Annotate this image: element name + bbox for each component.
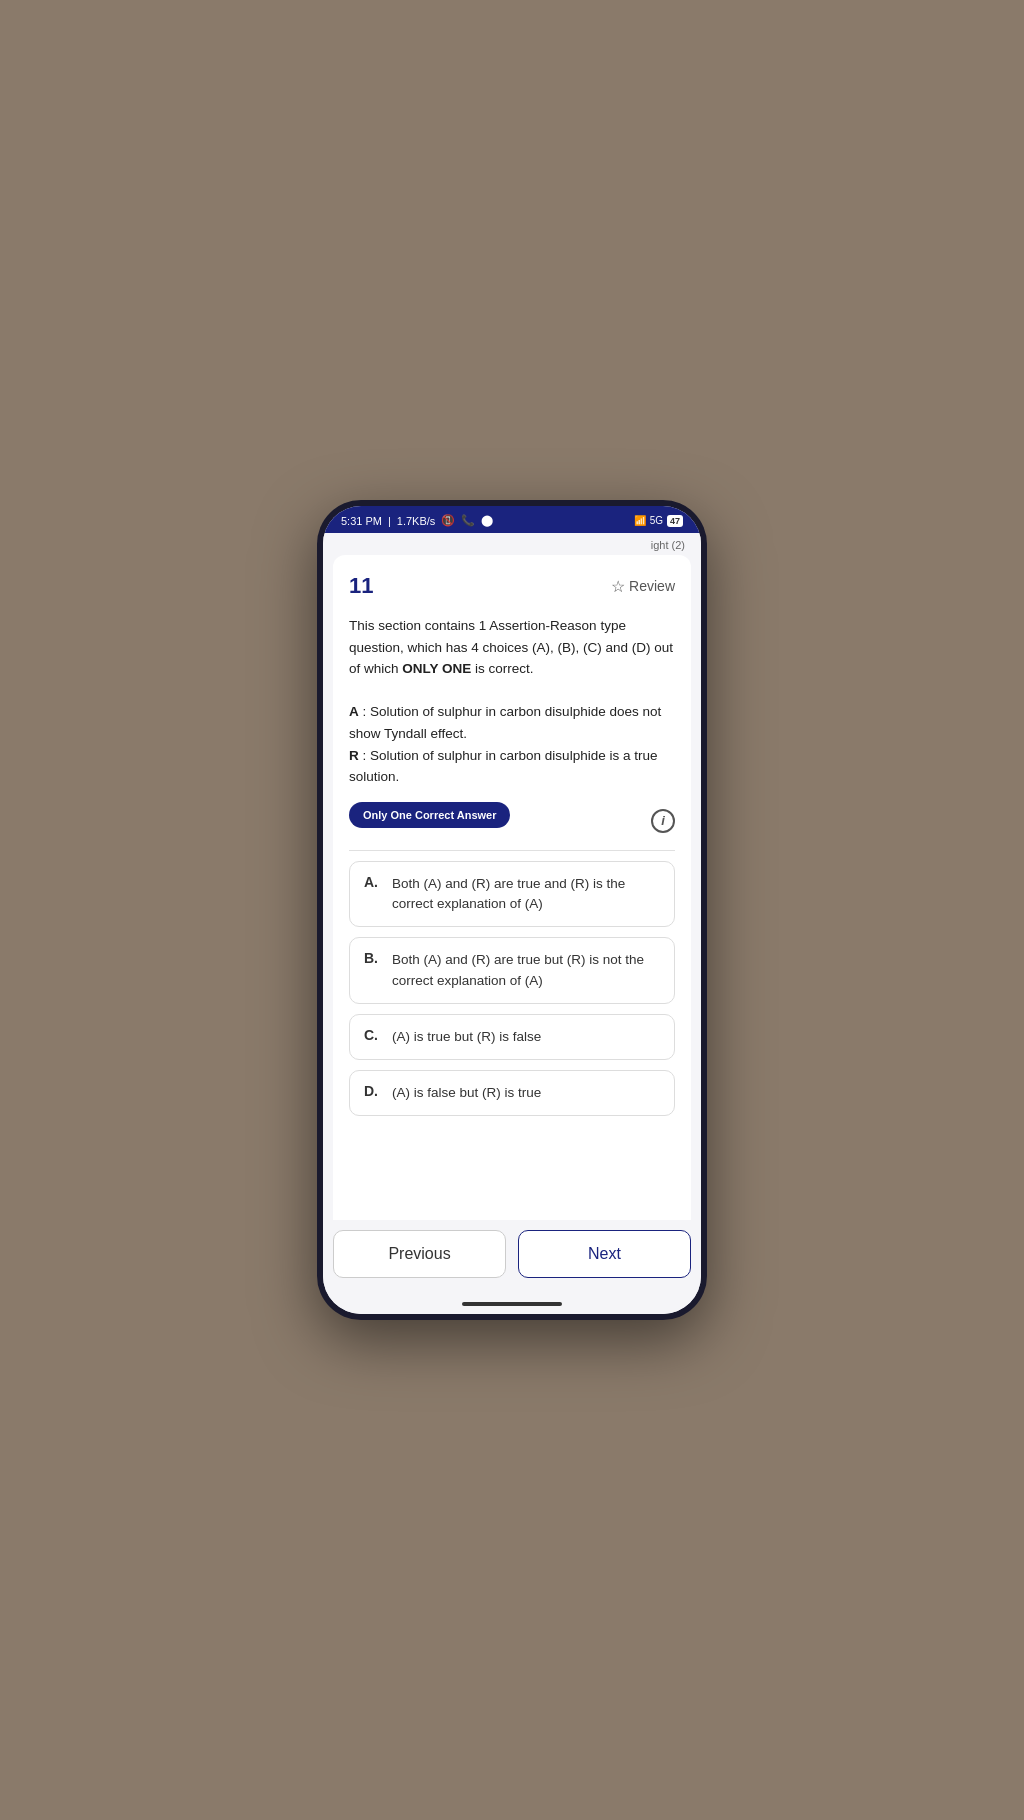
review-label: Review — [629, 578, 675, 594]
star-icon: ☆ — [611, 577, 625, 596]
question-description: This section contains 1 Assertion-Reason… — [349, 615, 675, 788]
option-d-letter: D. — [364, 1083, 380, 1099]
question-header: 11 ☆ Review — [349, 573, 675, 599]
main-content: 11 ☆ Review This section contains 1 Asse… — [333, 555, 691, 1220]
assertion-text: : Solution of sulphur in carbon disulphi… — [349, 704, 661, 741]
alarm-icon: 📵 — [441, 514, 455, 527]
network-type: 5G — [650, 515, 663, 526]
status-left: 5:31 PM | 1.7KB/s 📵 📞 ⬤ — [341, 514, 493, 527]
info-icon[interactable]: i — [651, 809, 675, 833]
option-d-text: (A) is false but (R) is true — [392, 1083, 541, 1103]
signal-icon: 📶 — [634, 515, 646, 526]
call-icon: 📞 — [461, 514, 475, 527]
partial-title: ight (2) — [651, 539, 685, 551]
next-button[interactable]: Next — [518, 1230, 691, 1278]
battery-level: 47 — [667, 515, 683, 527]
question-number: 11 — [349, 573, 373, 599]
divider — [349, 850, 675, 851]
data-speed: | — [388, 515, 391, 527]
home-bar — [462, 1302, 562, 1306]
options-list: A. Both (A) and (R) are true and (R) is … — [349, 861, 675, 1117]
description-text: This section contains 1 Assertion-Reason… — [349, 618, 673, 676]
data-rate: 1.7KB/s — [397, 515, 436, 527]
status-right: 📶 5G 47 — [634, 515, 683, 527]
phone-screen: 5:31 PM | 1.7KB/s 📵 📞 ⬤ 📶 5G 47 ight (2)… — [323, 506, 701, 1314]
reason-label: R — [349, 748, 359, 763]
option-b[interactable]: B. Both (A) and (R) are true but (R) is … — [349, 937, 675, 1004]
status-bar: 5:31 PM | 1.7KB/s 📵 📞 ⬤ 📶 5G 47 — [323, 506, 701, 533]
phone-frame: 5:31 PM | 1.7KB/s 📵 📞 ⬤ 📶 5G 47 ight (2)… — [317, 500, 707, 1320]
answer-type-row: Only One Correct Answer i — [349, 802, 675, 840]
assertion-label: A — [349, 704, 359, 719]
option-a-text: Both (A) and (R) are true and (R) is the… — [392, 874, 660, 915]
navigation-buttons: Previous Next — [323, 1220, 701, 1294]
top-navigation-bar: ight (2) — [323, 533, 701, 555]
answer-type-badge: Only One Correct Answer — [349, 802, 510, 828]
review-button[interactable]: ☆ Review — [611, 577, 675, 596]
home-indicator — [323, 1294, 701, 1314]
option-d[interactable]: D. (A) is false but (R) is true — [349, 1070, 675, 1116]
option-c-text: (A) is true but (R) is false — [392, 1027, 541, 1047]
previous-button[interactable]: Previous — [333, 1230, 506, 1278]
option-b-letter: B. — [364, 950, 380, 966]
time-display: 5:31 PM — [341, 515, 382, 527]
option-a-letter: A. — [364, 874, 380, 890]
reason-text: : Solution of sulphur in carbon disulphi… — [349, 748, 657, 785]
option-a[interactable]: A. Both (A) and (R) are true and (R) is … — [349, 861, 675, 928]
option-c-letter: C. — [364, 1027, 380, 1043]
option-c[interactable]: C. (A) is true but (R) is false — [349, 1014, 675, 1060]
circle-icon: ⬤ — [481, 514, 493, 527]
option-b-text: Both (A) and (R) are true but (R) is not… — [392, 950, 660, 991]
